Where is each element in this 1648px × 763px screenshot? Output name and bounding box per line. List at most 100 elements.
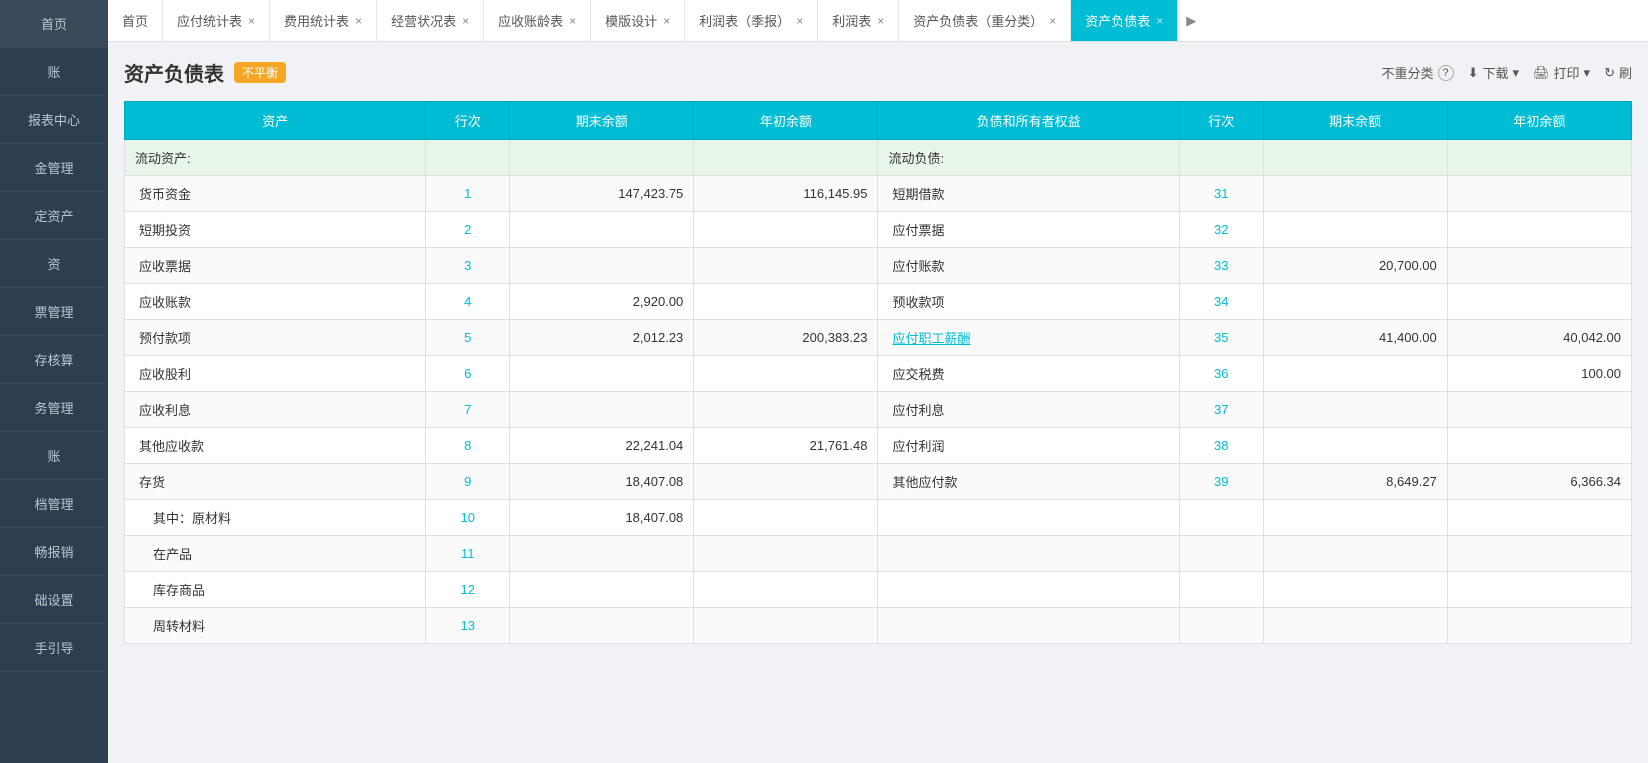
end-balance: 18,407.08	[510, 500, 694, 536]
asset-name: 预付款项	[125, 320, 426, 356]
toolbar: 不重分类 ? ⬇ 下载 ▾ 🖨 打印 ▾ ↻ 刷	[1382, 63, 1632, 82]
category-selector[interactable]: 不重分类 ?	[1382, 63, 1454, 82]
sidebar-item-report-center[interactable]: 报表中心	[0, 96, 108, 144]
sidebar-item-account[interactable]: 账	[0, 48, 108, 96]
sidebar-item-home[interactable]: 首页	[0, 0, 108, 48]
asset-name: 在产品	[125, 536, 426, 572]
tab-balance[interactable]: 资产负债表 ×	[1071, 0, 1178, 41]
close-icon[interactable]: ×	[1156, 14, 1163, 28]
row-num: 38	[1179, 428, 1263, 464]
row-num: 34	[1179, 284, 1263, 320]
content-area: 资产负债表 不平衡 不重分类 ? ⬇ 下载 ▾ 🖨 打印 ▾	[108, 42, 1648, 763]
end-balance	[1263, 284, 1447, 320]
row-num: 33	[1179, 248, 1263, 284]
tab-template[interactable]: 模版设计 ×	[591, 0, 685, 41]
tab-more-button[interactable]: ▶	[1178, 13, 1204, 29]
cell	[510, 140, 694, 176]
close-icon[interactable]: ×	[248, 14, 255, 28]
tab-label: 资产负债表（重分类）	[913, 11, 1043, 30]
col-start-balance-right: 年初余额	[1447, 102, 1631, 140]
tab-operation[interactable]: 经营状况表 ×	[377, 0, 484, 41]
liability-name: 应付职工薪酬	[878, 320, 1179, 356]
close-icon[interactable]: ×	[796, 14, 803, 28]
tab-label: 经营状况表	[391, 11, 456, 30]
asset-name: 其中：原材料	[125, 500, 426, 536]
sidebar-item-inventory[interactable]: 存核算	[0, 336, 108, 384]
tab-home[interactable]: 首页	[108, 0, 163, 41]
start-balance	[694, 572, 878, 608]
cell	[1179, 140, 1263, 176]
asset-name: 存货	[125, 464, 426, 500]
sidebar-item-expense[interactable]: 畅报销	[0, 528, 108, 576]
print-button[interactable]: 🖨 打印 ▾	[1533, 63, 1590, 82]
asset-name: 周转材料	[125, 608, 426, 644]
start-balance: 40,042.00	[1447, 320, 1631, 356]
close-icon[interactable]: ×	[877, 14, 884, 28]
download-button[interactable]: ⬇ 下载 ▾	[1468, 63, 1519, 82]
row-num: 13	[426, 608, 510, 644]
sidebar-item-tax[interactable]: 务管理	[0, 384, 108, 432]
sidebar-item-settings[interactable]: 础设置	[0, 576, 108, 624]
close-icon[interactable]: ×	[355, 14, 362, 28]
page-header: 资产负债表 不平衡 不重分类 ? ⬇ 下载 ▾ 🖨 打印 ▾	[124, 58, 1632, 87]
sidebar-item-ticket[interactable]: 票管理	[0, 288, 108, 336]
sidebar-item-guide[interactable]: 手引导	[0, 624, 108, 672]
row-num	[1179, 500, 1263, 536]
start-balance: 200,383.23	[694, 320, 878, 356]
sidebar-item-fixed-assets[interactable]: 定资产	[0, 192, 108, 240]
close-icon[interactable]: ×	[462, 14, 469, 28]
tab-expense-stat[interactable]: 费用统计表 ×	[270, 0, 377, 41]
row-num: 3	[426, 248, 510, 284]
cell	[1263, 140, 1447, 176]
row-num: 5	[426, 320, 510, 356]
tab-label: 资产负债表	[1085, 11, 1150, 30]
end-balance	[510, 572, 694, 608]
start-balance	[1447, 284, 1631, 320]
end-balance	[510, 536, 694, 572]
col-liability: 负债和所有者权益	[878, 102, 1179, 140]
page-title-area: 资产负债表 不平衡	[124, 58, 286, 87]
close-icon[interactable]: ×	[1049, 14, 1056, 28]
category-label: 不重分类	[1382, 63, 1434, 82]
start-balance: 116,145.95	[694, 176, 878, 212]
end-balance	[1263, 428, 1447, 464]
start-balance	[1447, 392, 1631, 428]
row-num: 9	[426, 464, 510, 500]
liability-name: 应付利息	[878, 392, 1179, 428]
col-start-balance-left: 年初余额	[694, 102, 878, 140]
start-balance	[694, 248, 878, 284]
section-label-left: 流动资产:	[125, 140, 426, 176]
end-balance	[1263, 572, 1447, 608]
help-icon[interactable]: ?	[1438, 65, 1454, 81]
chevron-down-icon: ▾	[1584, 65, 1591, 81]
tab-label: 应收账龄表	[498, 11, 563, 30]
start-balance	[1447, 176, 1631, 212]
end-balance	[1263, 356, 1447, 392]
sidebar-item-archive[interactable]: 档管理	[0, 480, 108, 528]
start-balance	[1447, 428, 1631, 464]
refresh-button[interactable]: ↻ 刷	[1604, 63, 1632, 82]
tab-payable-stat[interactable]: 应付统计表 ×	[163, 0, 270, 41]
tab-receivable-age[interactable]: 应收账龄表 ×	[484, 0, 591, 41]
tab-balance-reclassified[interactable]: 资产负债表（重分类） ×	[899, 0, 1071, 41]
end-balance: 20,700.00	[1263, 248, 1447, 284]
refresh-label: 刷	[1619, 63, 1632, 82]
start-balance: 21,761.48	[694, 428, 878, 464]
sidebar-item-fund[interactable]: 金管理	[0, 144, 108, 192]
start-balance	[694, 392, 878, 428]
sidebar-item-investment[interactable]: 资	[0, 240, 108, 288]
row-num	[1179, 572, 1263, 608]
start-balance: 100.00	[1447, 356, 1631, 392]
row-num: 4	[426, 284, 510, 320]
status-badge: 不平衡	[234, 62, 286, 83]
tab-profit[interactable]: 利润表 ×	[818, 0, 899, 41]
row-num: 35	[1179, 320, 1263, 356]
sidebar-item-ledger[interactable]: 账	[0, 432, 108, 480]
close-icon[interactable]: ×	[663, 14, 670, 28]
print-label: 打印	[1554, 63, 1580, 82]
close-icon[interactable]: ×	[569, 14, 576, 28]
liability-name: 预收款项	[878, 284, 1179, 320]
start-balance	[694, 284, 878, 320]
start-balance	[1447, 212, 1631, 248]
tab-profit-quarterly[interactable]: 利润表（季报） ×	[685, 0, 818, 41]
